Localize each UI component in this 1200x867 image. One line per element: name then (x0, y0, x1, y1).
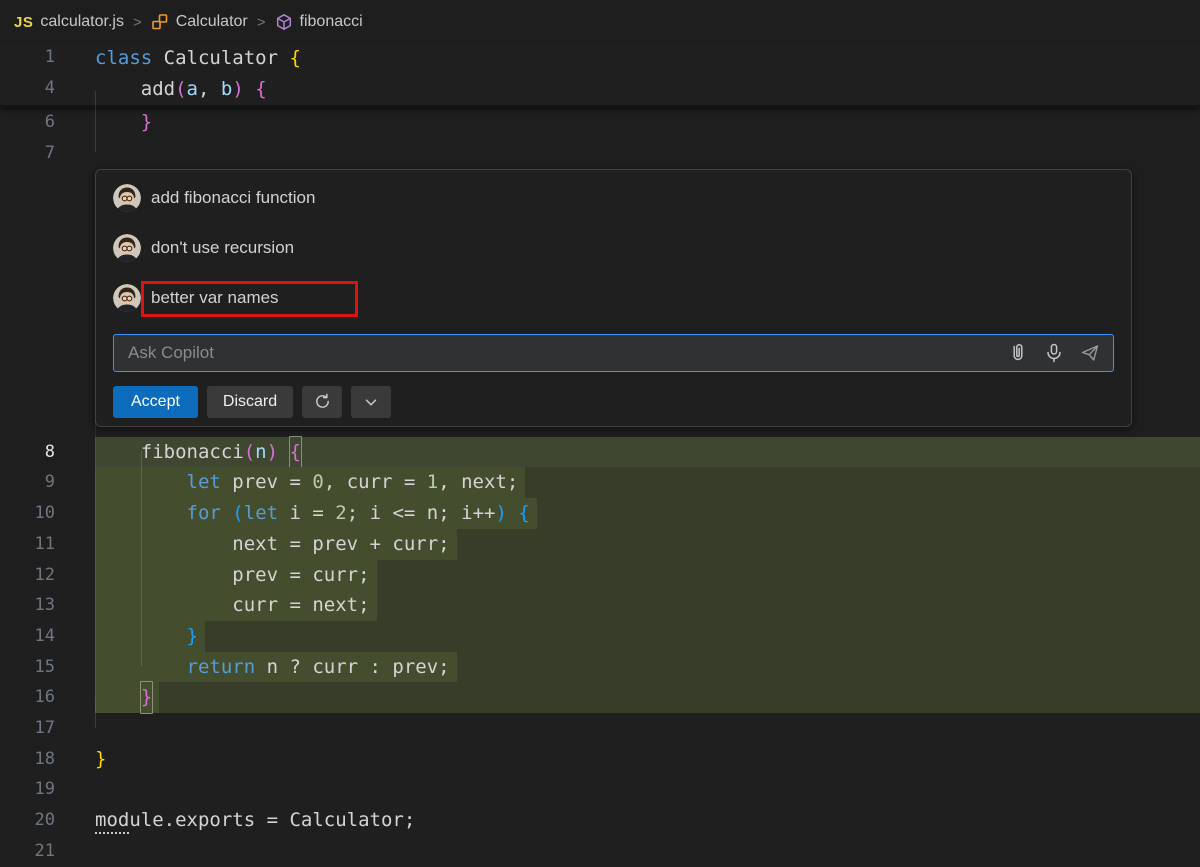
code-line: 14 } (0, 621, 1200, 652)
line-number: 16 (0, 682, 95, 713)
code-line: 17 (0, 713, 1200, 744)
code-text[interactable]: let prev = 0, curr = 1, next; (95, 467, 1200, 498)
code-line: 16 } (0, 682, 1200, 713)
ask-copilot-input[interactable] (128, 343, 993, 363)
breadcrumb-class[interactable]: Calculator (151, 13, 248, 31)
chat-message: better var names (113, 284, 1114, 312)
copilot-inline-chat-panel: add fibonacci function don't use recursi… (95, 169, 1132, 427)
indent-guide (141, 451, 142, 666)
chat-message-text: add fibonacci function (151, 188, 315, 208)
code-line: 13 curr = next; (0, 590, 1200, 621)
chat-input-container (113, 334, 1114, 372)
code-text[interactable] (95, 836, 1200, 867)
sticky-scroll: 1class Calculator {4 add(a, b) { (0, 44, 1200, 107)
indent-guide (95, 697, 96, 728)
breadcrumb-symbol[interactable]: fibonacci (275, 13, 363, 31)
user-avatar (113, 284, 141, 312)
line-number: 18 (0, 744, 95, 775)
code-text[interactable]: fibonacci(n) { (95, 437, 1200, 468)
line-number: 6 (0, 107, 95, 138)
line-number: 13 (0, 590, 95, 621)
code-block-bottom: 8 fibonacci(n) {9 let prev = 0, curr = 1… (0, 437, 1200, 867)
code-text[interactable]: return n ? curr : prev; (95, 652, 1200, 683)
symbol-method-cube-icon (275, 13, 293, 31)
code-line: 7 (0, 138, 1200, 169)
symbol-class-icon (151, 13, 169, 31)
discard-button[interactable]: Discard (207, 386, 293, 418)
code-line: 21 (0, 836, 1200, 867)
code-line: 8 fibonacci(n) { (0, 437, 1200, 468)
code-line: 6 } (0, 107, 1200, 138)
chat-message-text: don't use recursion (151, 238, 294, 258)
code-text[interactable]: for (let i = 2; i <= n; i++) { (95, 498, 1200, 529)
code-text[interactable]: } (95, 621, 1200, 652)
paperclip-icon[interactable] (1007, 342, 1029, 364)
code-text[interactable]: } (95, 107, 1200, 138)
javascript-file-icon: JS (14, 14, 33, 31)
code-text[interactable]: class Calculator { (95, 44, 1200, 75)
breadcrumb-separator: > (133, 14, 142, 31)
chat-message-text: better var names (151, 288, 279, 308)
code-line: 18} (0, 744, 1200, 775)
code-text[interactable]: } (95, 744, 1200, 775)
indent-guide (95, 91, 96, 152)
chat-message: add fibonacci function (113, 184, 1114, 212)
line-number: 1 (0, 44, 95, 75)
code-line: 10 for (let i = 2; i <= n; i++) { (0, 498, 1200, 529)
line-number: 21 (0, 836, 95, 867)
line-number: 7 (0, 138, 95, 169)
indent-guide (95, 420, 96, 697)
accept-button[interactable]: Accept (113, 386, 198, 418)
line-number: 17 (0, 713, 95, 744)
send-icon[interactable] (1079, 342, 1101, 364)
line-number: 10 (0, 498, 95, 529)
code-text[interactable]: prev = curr; (95, 560, 1200, 591)
line-number: 12 (0, 560, 95, 591)
code-text[interactable] (95, 713, 1200, 744)
code-line: 19 (0, 774, 1200, 805)
user-avatar (113, 184, 141, 212)
chat-message: don't use recursion (113, 234, 1114, 262)
code-line: 15 return n ? curr : prev; (0, 652, 1200, 683)
line-number: 11 (0, 529, 95, 560)
line-number: 19 (0, 774, 95, 805)
code-text[interactable] (95, 774, 1200, 805)
more-actions-dropdown-button[interactable] (351, 386, 391, 418)
breadcrumb-file-label: calculator.js (40, 13, 124, 31)
code-line: 4 add(a, b) { (0, 75, 1200, 106)
breadcrumb: JS calculator.js > Calculator > fibonacc… (0, 0, 1200, 44)
line-number: 15 (0, 652, 95, 683)
code-line: 11 next = prev + curr; (0, 529, 1200, 560)
microphone-icon[interactable] (1043, 342, 1065, 364)
breadcrumb-file[interactable]: JS calculator.js (14, 13, 124, 31)
code-block-top: 6 }7 (0, 107, 1200, 168)
line-number: 9 (0, 467, 95, 498)
code-line: 12 prev = curr; (0, 560, 1200, 591)
line-number: 14 (0, 621, 95, 652)
line-number: 8 (0, 437, 95, 468)
regenerate-button[interactable] (302, 386, 342, 418)
code-text[interactable]: add(a, b) { (95, 75, 1200, 106)
chat-action-row: Accept Discard (113, 386, 1114, 418)
breadcrumb-separator: > (257, 14, 266, 31)
code-text[interactable]: } (95, 682, 1200, 713)
code-line: 9 let prev = 0, curr = 1, next; (0, 467, 1200, 498)
breadcrumb-class-label: Calculator (176, 13, 248, 31)
code-line: 1class Calculator { (0, 44, 1200, 75)
code-text[interactable]: module.exports = Calculator; (95, 805, 1200, 836)
breadcrumb-symbol-label: fibonacci (300, 13, 363, 31)
code-text[interactable]: curr = next; (95, 590, 1200, 621)
line-number: 4 (0, 75, 95, 106)
line-number: 20 (0, 805, 95, 836)
code-line: 20module.exports = Calculator; (0, 805, 1200, 836)
code-text[interactable]: next = prev + curr; (95, 529, 1200, 560)
user-avatar (113, 234, 141, 262)
code-text[interactable] (95, 138, 1200, 169)
